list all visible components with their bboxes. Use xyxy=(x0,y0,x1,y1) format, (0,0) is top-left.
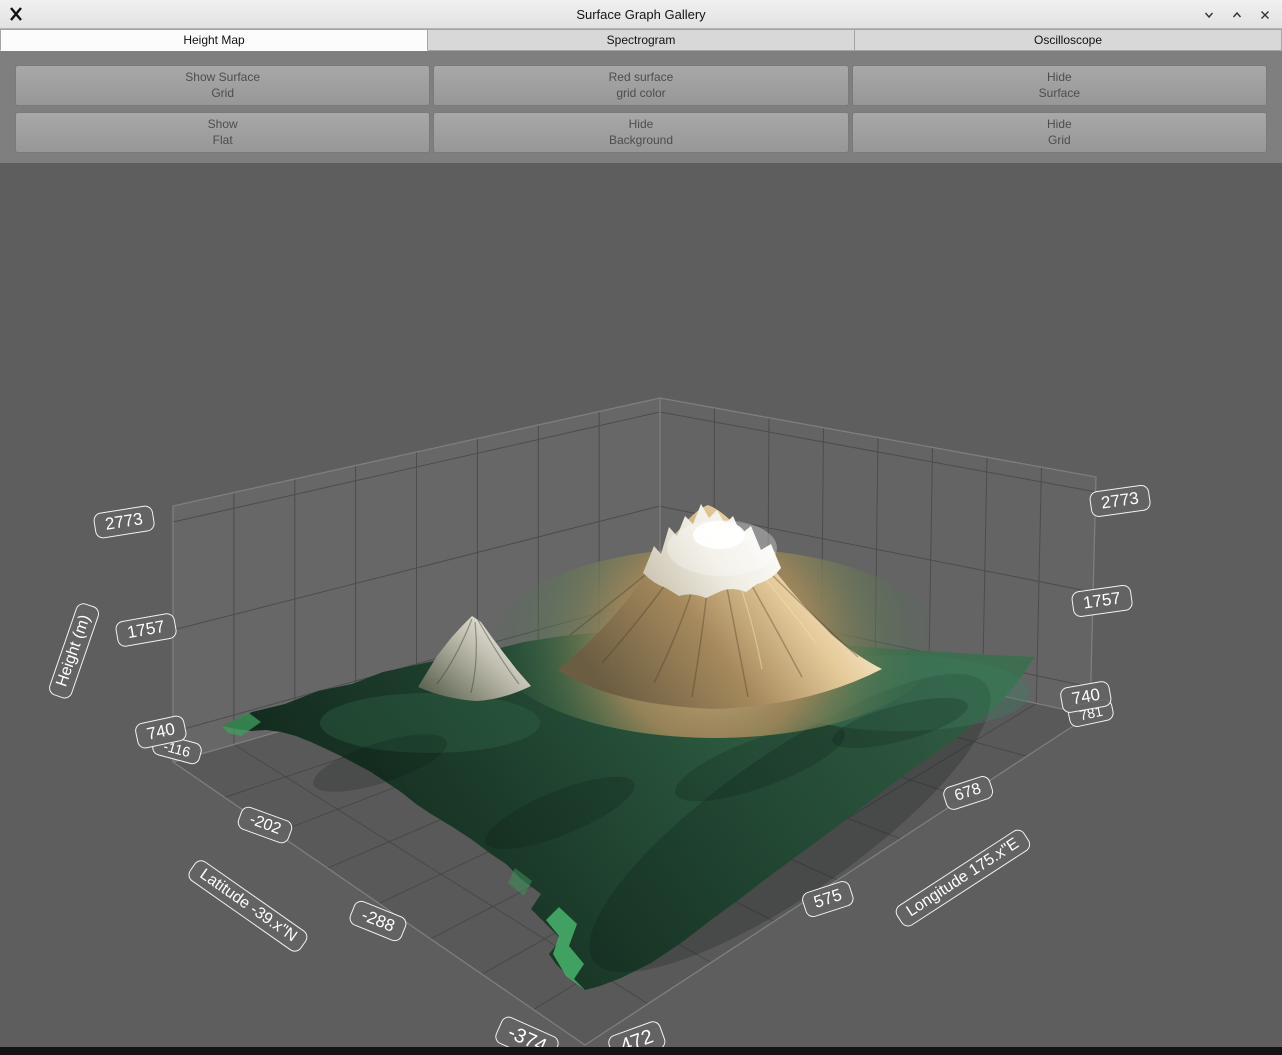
surface-graph-viewport[interactable]: Height (m) 2773 1757 -116 740 -202 -288 … xyxy=(0,163,1282,1047)
button-label: Show Surface xyxy=(185,70,260,85)
bottom-strip xyxy=(0,1047,1282,1055)
chevron-up-icon xyxy=(1231,9,1243,21)
button-label: Grid xyxy=(211,86,234,101)
window-title: Surface Graph Gallery xyxy=(0,7,1282,22)
show-flat-button[interactable]: Show Flat xyxy=(15,112,430,153)
window-shade-button[interactable] xyxy=(1200,6,1218,24)
tab-oscilloscope[interactable]: Oscilloscope xyxy=(855,29,1282,51)
button-label: Background xyxy=(609,133,673,148)
button-label: Show xyxy=(208,117,238,132)
tab-spectrogram[interactable]: Spectrogram xyxy=(428,29,855,51)
button-label: Grid xyxy=(1048,133,1071,148)
titlebar: Surface Graph Gallery xyxy=(0,0,1282,29)
button-panel: Show Surface Grid Red surface grid color… xyxy=(0,51,1282,163)
window-maximize-button[interactable] xyxy=(1228,6,1246,24)
hide-surface-button[interactable]: Hide Surface xyxy=(852,65,1267,106)
chevron-down-icon xyxy=(1203,9,1215,21)
window-close-button[interactable] xyxy=(1256,6,1274,24)
show-surface-grid-button[interactable]: Show Surface Grid xyxy=(15,65,430,106)
button-label: Hide xyxy=(1047,70,1072,85)
button-label: Hide xyxy=(629,117,654,132)
button-label: Hide xyxy=(1047,117,1072,132)
hide-background-button[interactable]: Hide Background xyxy=(433,112,848,153)
red-surface-grid-color-button[interactable]: Red surface grid color xyxy=(433,65,848,106)
button-label: Surface xyxy=(1039,86,1080,101)
hide-grid-button[interactable]: Hide Grid xyxy=(852,112,1267,153)
button-label: Red surface xyxy=(609,70,674,85)
tab-bar: Height Map Spectrogram Oscilloscope xyxy=(0,29,1282,51)
close-icon xyxy=(1259,9,1271,21)
button-label: grid color xyxy=(616,86,665,101)
window-controls xyxy=(1200,0,1274,29)
button-label: Flat xyxy=(213,133,233,148)
tab-height-map[interactable]: Height Map xyxy=(0,29,428,51)
